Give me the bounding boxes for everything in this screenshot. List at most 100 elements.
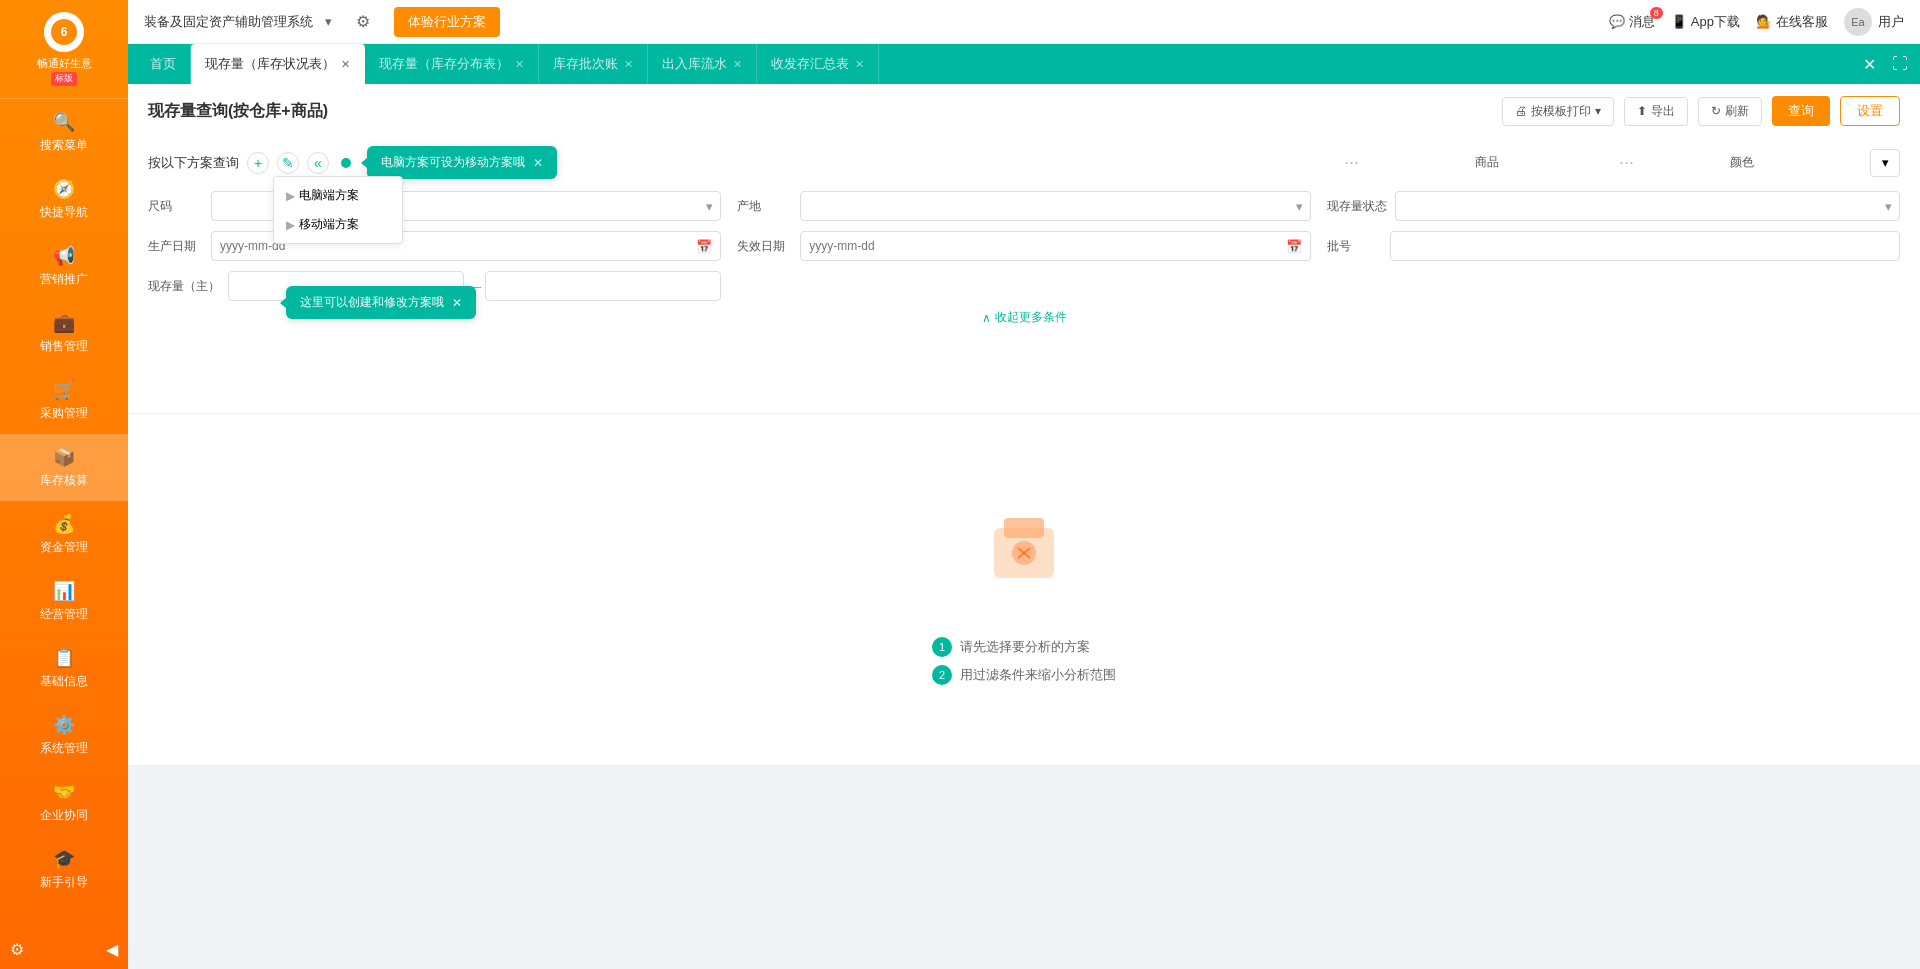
tab-summary[interactable]: 收发存汇总表 ✕ bbox=[757, 44, 879, 84]
tab-batch[interactable]: 库存批次账 ✕ bbox=[539, 44, 648, 84]
tab-home[interactable]: 首页 bbox=[136, 44, 191, 84]
user-avatar: Ea bbox=[1844, 8, 1872, 36]
sidebar-item-operations[interactable]: 📊 经营管理 bbox=[0, 568, 128, 635]
tab-stock-dist-label: 现存量（库存分布表） bbox=[379, 55, 509, 73]
scenario-tooltip-text: 电脑方案可设为移动方案哦 bbox=[381, 154, 525, 171]
sidebar-item-marketing[interactable]: 📢 营销推广 bbox=[0, 233, 128, 300]
settings-button[interactable]: ⚙ bbox=[10, 940, 24, 959]
page-actions: 🖨 按模板打印 ▾ ⬆ 导出 ↻ 刷新 查询 设置 bbox=[1502, 96, 1900, 126]
sidebar-item-enterprise[interactable]: 🤝 企业协同 bbox=[0, 769, 128, 836]
scenario-tooltip: 电脑方案可设为移动方案哦 ✕ bbox=[367, 146, 557, 179]
color-label-header: 颜色 bbox=[1730, 154, 1754, 171]
tab-bar: 首页 现存量（库存状况表） ✕ 现存量（库存分布表） ✕ 库存批次账 ✕ 出入库… bbox=[128, 44, 1920, 84]
page-title: 现存量查询(按仓库+商品) bbox=[148, 101, 328, 122]
scenario-tree: ▶ 电脑端方案 ▶ 移动端方案 bbox=[273, 176, 403, 244]
add-scenario-button[interactable]: + bbox=[247, 152, 269, 174]
tab-inout-label: 出入库流水 bbox=[662, 55, 727, 73]
stock-status-select-wrapper bbox=[1395, 191, 1900, 221]
expire-date-input[interactable] bbox=[809, 239, 1285, 253]
scenario-tooltip-close[interactable]: ✕ bbox=[533, 156, 543, 170]
svg-text:6: 6 bbox=[61, 25, 68, 39]
online-service-button[interactable]: 💁 在线客服 bbox=[1756, 13, 1828, 31]
origin-label: 产地 bbox=[737, 198, 792, 215]
batch-label: 批号 bbox=[1327, 238, 1382, 255]
triangle-icon: ▶ bbox=[286, 189, 295, 203]
produce-date-calendar-icon[interactable]: 📅 bbox=[696, 239, 712, 254]
sidebar-item-search[interactable]: 🔍 搜索菜单 bbox=[0, 99, 128, 166]
message-badge: 8 bbox=[1650, 7, 1663, 19]
collapse-sidebar-button[interactable]: ◀ bbox=[106, 940, 118, 959]
tab-stock-dist-close[interactable]: ✕ bbox=[515, 58, 524, 71]
refresh-button[interactable]: ↻ 刷新 bbox=[1698, 97, 1762, 126]
stock-status-label: 现存量状态 bbox=[1327, 198, 1387, 215]
maximize-button[interactable]: ⛶ bbox=[1888, 55, 1912, 74]
page-title-row: 现存量查询(按仓库+商品) 🖨 按模板打印 ▾ ⬆ 导出 ↻ 刷新 bbox=[128, 84, 1920, 134]
print-dropdown-icon: ▾ bbox=[1595, 104, 1601, 118]
app-download-button[interactable]: 📱 App下载 bbox=[1671, 13, 1740, 31]
reset-button[interactable]: 设置 bbox=[1840, 96, 1900, 126]
sidebar-item-guide[interactable]: 🎓 新手引导 bbox=[0, 836, 128, 903]
goods-label-header: 商品 bbox=[1475, 154, 1499, 171]
mobile-scenario-item[interactable]: ▶ 移动端方案 bbox=[274, 210, 402, 239]
sidebar-item-label: 经营管理 bbox=[40, 606, 88, 623]
mobile-icon: 📱 bbox=[1671, 14, 1687, 29]
tab-stock-status-close[interactable]: ✕ bbox=[341, 58, 350, 71]
service-icon: 💁 bbox=[1756, 14, 1772, 29]
filter-cell-expire-date: 失效日期 📅 bbox=[737, 231, 1310, 261]
system-icon: ⚙️ bbox=[53, 714, 75, 736]
goods-dots[interactable]: ··· bbox=[1619, 152, 1634, 173]
settings-gear-button[interactable]: ⚙ bbox=[344, 7, 382, 36]
edit-tooltip-close[interactable]: ✕ bbox=[452, 296, 462, 310]
user-area[interactable]: Ea 用户 bbox=[1844, 8, 1904, 36]
batch-input[interactable] bbox=[1390, 231, 1900, 261]
expire-date-calendar-icon[interactable]: 📅 bbox=[1286, 239, 1302, 254]
tab-stock-status[interactable]: 现存量（库存状况表） ✕ bbox=[191, 44, 365, 84]
tab-inout-close[interactable]: ✕ bbox=[733, 58, 742, 71]
collapse-button[interactable]: ∧ 收起更多条件 bbox=[982, 309, 1067, 326]
filter-cell-produce-date: 生产日期 📅 bbox=[148, 231, 721, 261]
back-button[interactable]: « bbox=[307, 152, 329, 174]
origin-select-wrapper bbox=[800, 191, 1310, 221]
sales-icon: 💼 bbox=[53, 312, 75, 334]
empty-state: 1 请先选择要分析的方案 2 用过滤条件来缩小分析范围 bbox=[128, 418, 1920, 765]
system-name: 装备及固定资产辅助管理系统 bbox=[144, 13, 313, 31]
sidebar-item-system[interactable]: ⚙️ 系统管理 bbox=[0, 702, 128, 769]
marketing-icon: 📢 bbox=[53, 245, 75, 267]
logo-text: 畅通好生意 标版 bbox=[8, 56, 120, 86]
export-button[interactable]: ⬆ 导出 bbox=[1624, 97, 1688, 126]
industry-solution-button[interactable]: 体验行业方案 bbox=[394, 7, 500, 37]
tab-batch-close[interactable]: ✕ bbox=[624, 58, 633, 71]
sidebar-item-inventory[interactable]: 📦 库存核算 bbox=[0, 434, 128, 501]
warehouse-dots[interactable]: ··· bbox=[1344, 152, 1359, 173]
sidebar-item-nav[interactable]: 🧭 快捷导航 bbox=[0, 166, 128, 233]
hint-text-1: 请先选择要分析的方案 bbox=[960, 638, 1090, 656]
operations-icon: 📊 bbox=[53, 580, 75, 602]
sidebar-item-basics[interactable]: 📋 基础信息 bbox=[0, 635, 128, 702]
message-button[interactable]: 💬 消息 8 bbox=[1609, 13, 1655, 31]
tab-inout[interactable]: 出入库流水 ✕ bbox=[648, 44, 757, 84]
expire-date-label: 失效日期 bbox=[737, 238, 792, 255]
template-print-button[interactable]: 🖨 按模板打印 ▾ bbox=[1502, 97, 1614, 126]
sidebar-item-finance[interactable]: 💰 资金管理 bbox=[0, 501, 128, 568]
tab-summary-close[interactable]: ✕ bbox=[855, 58, 864, 71]
tab-stock-dist[interactable]: 现存量（库存分布表） ✕ bbox=[365, 44, 539, 84]
sidebar-item-purchase[interactable]: 🛒 采购管理 bbox=[0, 367, 128, 434]
sidebar-bottom: ⚙ ◀ bbox=[0, 930, 128, 969]
refresh-icon: ↻ bbox=[1711, 104, 1721, 118]
empty-illustration bbox=[974, 498, 1074, 617]
color-dropdown-btn[interactable]: ▾ bbox=[1870, 149, 1900, 177]
filter-cell-size: 尺码 bbox=[148, 191, 721, 221]
edit-scenario-button[interactable]: ✎ bbox=[277, 152, 299, 174]
sidebar: 6 畅通好生意 标版 🔍 搜索菜单 🧭 快捷导航 📢 营销推广 💼 销售管理 🛒… bbox=[0, 0, 128, 969]
sidebar-item-label: 新手引导 bbox=[40, 874, 88, 891]
size-label: 尺码 bbox=[148, 198, 203, 215]
stock-main-max-input[interactable] bbox=[485, 271, 721, 301]
close-tab-button[interactable]: ✕ bbox=[1859, 55, 1880, 74]
query-button[interactable]: 查询 bbox=[1772, 96, 1830, 126]
stock-status-select[interactable] bbox=[1395, 191, 1900, 221]
sidebar-item-sales[interactable]: 💼 销售管理 bbox=[0, 300, 128, 367]
logo-icon: 6 bbox=[44, 12, 84, 52]
pc-scenario-item[interactable]: ▶ 电脑端方案 bbox=[274, 181, 402, 210]
system-dropdown[interactable]: ▾ bbox=[325, 14, 332, 29]
origin-select[interactable] bbox=[800, 191, 1310, 221]
